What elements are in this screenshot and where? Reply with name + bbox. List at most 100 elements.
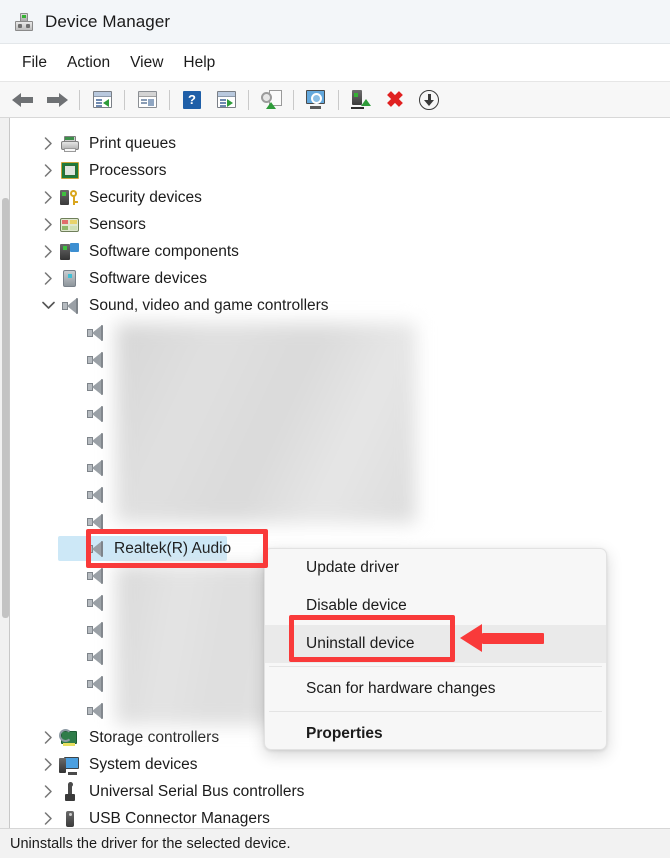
context-menu-item-properties[interactable]: Properties <box>265 715 606 749</box>
tree-child-row[interactable] <box>11 589 114 616</box>
sensor-icon <box>59 215 81 235</box>
tree-item-label: Sound, video and game controllers <box>89 296 329 314</box>
tree-child-row[interactable] <box>11 481 114 508</box>
tree-item-sound-video-game-controllers[interactable]: Sound, video and game controllers <box>11 292 329 319</box>
usb-icon <box>59 781 81 802</box>
chevron-right-icon[interactable] <box>37 751 59 778</box>
redacted-device-names <box>116 323 416 523</box>
tree-child-row[interactable] <box>11 454 114 481</box>
uninstall-device-icon[interactable]: ✖ <box>380 86 410 114</box>
tree-child-row[interactable] <box>11 670 114 697</box>
speaker-icon <box>84 404 106 424</box>
tree-item-software-devices[interactable]: Software devices <box>11 265 207 292</box>
speaker-icon <box>84 458 106 478</box>
speaker-icon <box>84 485 106 505</box>
tree-child-row[interactable] <box>11 400 114 427</box>
redacted-device-names <box>116 565 281 725</box>
tree-item-label: USB Connector Managers <box>89 809 270 827</box>
tree-item-label: Software components <box>89 242 239 260</box>
chevron-right-icon[interactable] <box>37 238 59 265</box>
tree-item-sensors[interactable]: Sensors <box>11 211 146 238</box>
disable-device-icon[interactable] <box>414 86 444 114</box>
chevron-right-icon[interactable] <box>37 211 59 238</box>
toolbar: ? ✖ <box>0 82 670 118</box>
software-component-icon <box>59 242 81 262</box>
toolbar-separator <box>124 89 125 110</box>
help-icon[interactable]: ? <box>177 86 207 114</box>
update-driver-icon[interactable] <box>256 86 286 114</box>
context-menu-separator <box>269 666 602 667</box>
chevron-right-icon[interactable] <box>37 805 59 828</box>
menu-item-help[interactable]: Help <box>173 51 225 75</box>
tree-item-label: Processors <box>89 161 167 179</box>
device-search-icon[interactable] <box>301 86 331 114</box>
speaker-icon <box>84 701 106 721</box>
context-menu-item-scan-for-hardware-changes[interactable]: Scan for hardware changes <box>265 670 606 708</box>
toolbar-separator <box>248 89 249 110</box>
forward-arrow-icon[interactable] <box>42 86 72 114</box>
tree-item-label: Security devices <box>89 188 202 206</box>
status-bar-text: Uninstalls the driver for the selected d… <box>10 835 291 852</box>
tree-child-row[interactable] <box>11 346 114 373</box>
properties-icon[interactable] <box>132 86 162 114</box>
context-menu-item-update-driver[interactable]: Update driver <box>265 549 606 587</box>
scan-icon[interactable] <box>211 86 241 114</box>
tree-child-row[interactable] <box>11 616 114 643</box>
tree-child-row[interactable] <box>11 373 114 400</box>
context-menu-separator <box>269 711 602 712</box>
tree-item-usb-connector-managers[interactable]: USB Connector Managers <box>11 805 270 828</box>
speaker-icon <box>84 431 106 451</box>
security-device-icon <box>59 188 81 208</box>
chevron-right-icon[interactable] <box>37 724 59 751</box>
enable-device-icon[interactable] <box>346 86 376 114</box>
status-bar: Uninstalls the driver for the selected d… <box>0 828 670 858</box>
printer-icon <box>59 134 81 154</box>
toolbar-separator <box>338 89 339 110</box>
tree-item-system-devices[interactable]: System devices <box>11 751 198 778</box>
chevron-right-icon[interactable] <box>37 157 59 184</box>
tree-item-software-components[interactable]: Software components <box>11 238 239 265</box>
device-manager-window: Device Manager File Action View Help ? ✖… <box>0 0 670 858</box>
toolbar-separator <box>293 89 294 110</box>
tree-item-print-queues[interactable]: Print queues <box>11 130 176 157</box>
speaker-icon <box>84 620 106 640</box>
tree-item-usb-controllers[interactable]: Universal Serial Bus controllers <box>11 778 304 805</box>
tree-child-row[interactable] <box>11 427 114 454</box>
chevron-down-icon[interactable] <box>37 292 59 319</box>
chevron-right-icon[interactable] <box>37 184 59 211</box>
menu-item-file[interactable]: File <box>12 51 57 75</box>
vertical-scrollbar[interactable] <box>0 118 10 828</box>
tree-child-row[interactable] <box>11 319 114 346</box>
toolbar-separator <box>79 89 80 110</box>
scrollbar-thumb[interactable] <box>2 198 9 618</box>
usb-connector-icon <box>59 809 81 829</box>
annotation-box-realtek-audio <box>86 529 268 568</box>
tree-item-label: Software devices <box>89 269 208 287</box>
speaker-icon <box>59 296 81 316</box>
speaker-icon <box>84 674 106 694</box>
tree-child-row[interactable] <box>11 697 114 724</box>
tree-item-processors[interactable]: Processors <box>11 157 167 184</box>
tree-item-security-devices[interactable]: Security devices <box>11 184 202 211</box>
menu-item-view[interactable]: View <box>120 51 173 75</box>
chevron-right-icon[interactable] <box>37 778 59 805</box>
storage-controller-icon <box>59 728 81 748</box>
speaker-icon <box>84 566 106 586</box>
tree-child-row[interactable] <box>11 643 114 670</box>
system-device-icon <box>59 755 81 775</box>
title-bar: Device Manager <box>0 0 670 44</box>
toolbar-separator <box>169 89 170 110</box>
chevron-right-icon[interactable] <box>37 130 59 157</box>
speaker-icon <box>84 647 106 667</box>
tree-item-label: Storage controllers <box>89 728 220 746</box>
menu-bar: File Action View Help <box>0 44 670 82</box>
show-hide-console-tree-icon[interactable] <box>87 86 117 114</box>
back-arrow-icon[interactable] <box>8 86 38 114</box>
window-title: Device Manager <box>45 11 171 31</box>
tree-item-label: System devices <box>89 755 198 773</box>
tree-item-label: Universal Serial Bus controllers <box>89 782 305 800</box>
menu-item-action[interactable]: Action <box>57 51 120 75</box>
tree-item-storage-controllers[interactable]: Storage controllers <box>11 724 219 751</box>
speaker-icon <box>84 323 106 343</box>
chevron-right-icon[interactable] <box>37 265 59 292</box>
